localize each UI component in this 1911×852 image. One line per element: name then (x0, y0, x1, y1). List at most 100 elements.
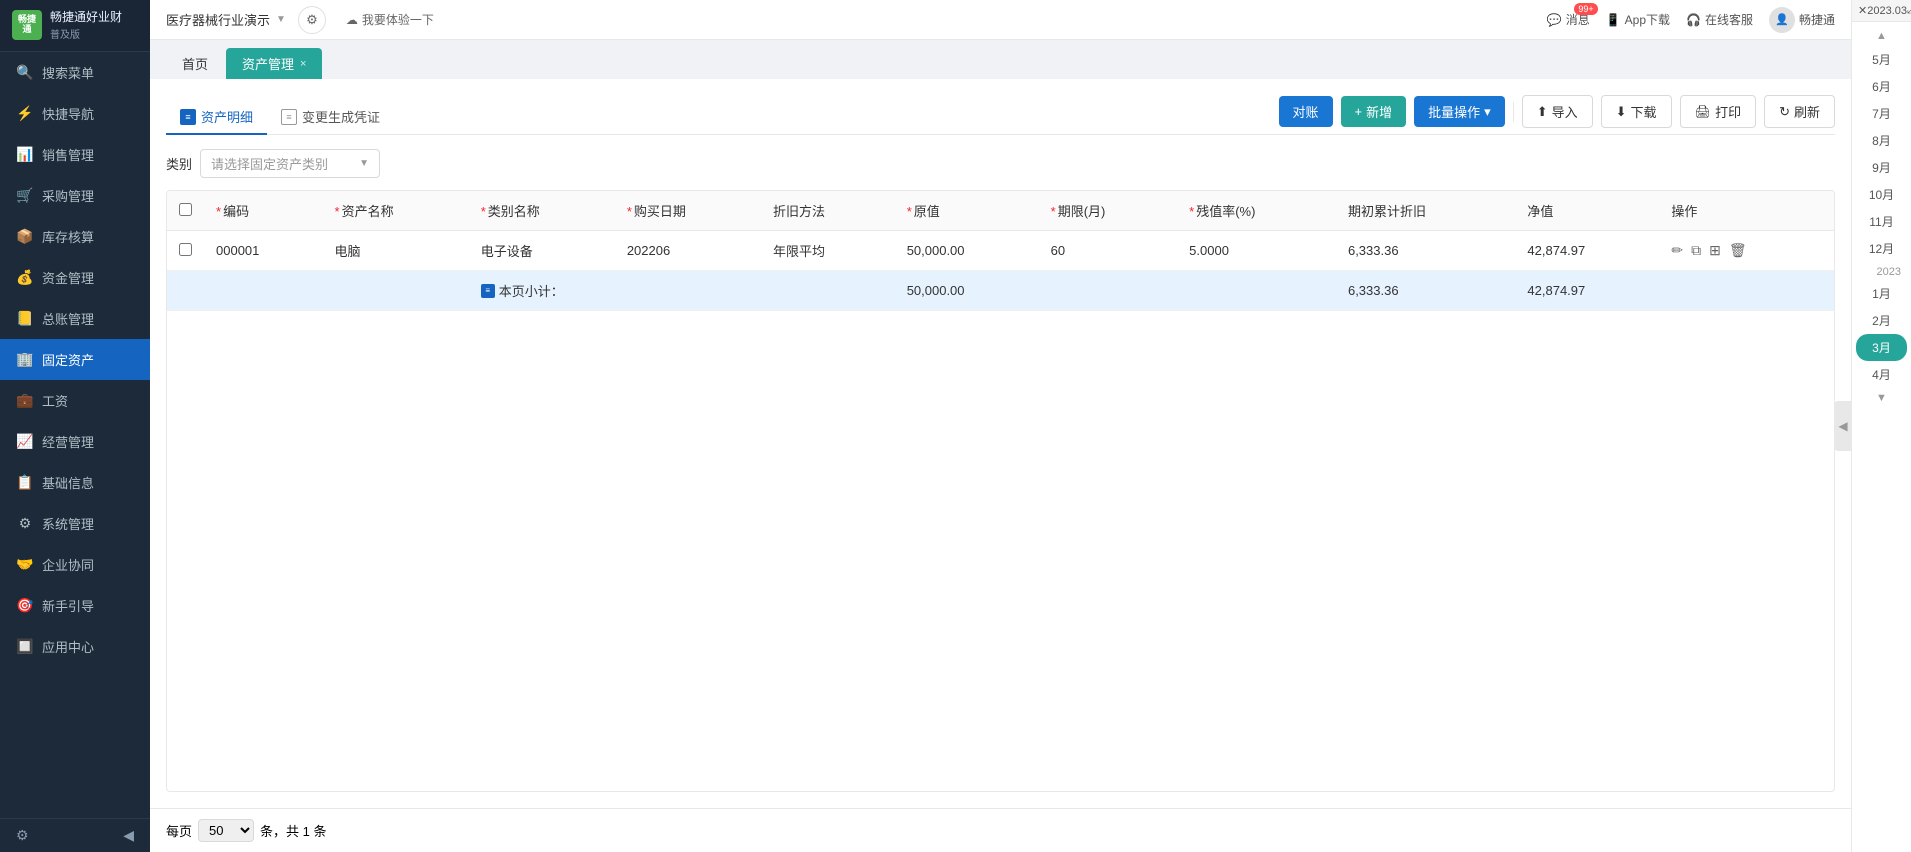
date-item-4[interactable]: 4月 (1856, 361, 1907, 388)
sidebar-item-system[interactable]: ⚙ 系统管理 (0, 503, 150, 544)
company-selector[interactable]: 医疗器械行业演示 ▼ (166, 10, 286, 29)
download-btn[interactable]: ⬇ 下载 (1601, 95, 1672, 128)
row-checkbox[interactable] (179, 243, 192, 256)
subtab-asset-detail[interactable]: ≡ 资产明细 (166, 100, 267, 135)
th-depreciation-method: 折旧方法 (761, 191, 895, 231)
purchase-icon: 🛒 (16, 187, 34, 204)
select-all-checkbox[interactable] (179, 203, 192, 216)
date-item-12[interactable]: 12月 (1856, 235, 1907, 262)
feedback-btn[interactable]: ☁ 我要体验一下 (346, 11, 434, 28)
sidebar-item-guide[interactable]: 🎯 新手引导 (0, 585, 150, 626)
date-item-8[interactable]: 8月 (1856, 127, 1907, 154)
collapse-sidebar-btn[interactable]: ◀ (123, 827, 134, 844)
tab-close-icon[interactable]: × (300, 58, 306, 70)
date-item-5[interactable]: 5月 (1856, 46, 1907, 73)
sidebar-header: 畅捷通 畅捷通好业财 普及版 (0, 0, 150, 52)
subtab-change-voucher[interactable]: ≡ 变更生成凭证 (267, 100, 394, 135)
row-accumulated-depreciation: 6,333.36 (1336, 231, 1515, 271)
refresh-btn[interactable]: ↻ 刷新 (1764, 95, 1835, 128)
filter-placeholder: 请选择固定资产类别 (211, 154, 328, 173)
sidebar-item-enterprise[interactable]: 🤝 企业协同 (0, 544, 150, 585)
sales-icon: 📊 (16, 146, 34, 163)
settings-bottom-icon[interactable]: ⚙ (16, 827, 29, 844)
edit-btn[interactable]: ✏ (1671, 242, 1683, 259)
date-item-9[interactable]: 9月 (1856, 154, 1907, 181)
app-logo: 畅捷通 (12, 10, 42, 40)
date-item-6[interactable]: 6月 (1856, 73, 1907, 100)
date-item-3-active[interactable]: 3月 (1856, 334, 1907, 361)
sidebar-item-ledger[interactable]: 📒 总账管理 (0, 298, 150, 339)
subtab-change-voucher-label: 变更生成凭证 (302, 107, 380, 126)
add-label: 新增 (1366, 102, 1392, 121)
right-panel-expand-icon[interactable]: ⤢ (1907, 4, 1911, 17)
app-download-btn[interactable]: 📱 App下载 (1606, 11, 1670, 28)
date-item-10[interactable]: 10月 (1856, 181, 1907, 208)
sidebar-item-basic-info[interactable]: 📋 基础信息 (0, 462, 150, 503)
sidebar-item-search[interactable]: 🔍 搜索菜单 (0, 52, 150, 93)
delete-btn[interactable]: 🗑 (1729, 242, 1747, 259)
right-panel-collapse-btn[interactable]: ◀ (1834, 401, 1852, 451)
enterprise-icon: 🤝 (16, 556, 34, 573)
subtotal-icon: ≡ (481, 284, 495, 298)
sidebar-item-management[interactable]: 📈 经营管理 (0, 421, 150, 462)
date-item-2[interactable]: 2月 (1856, 307, 1907, 334)
sidebar-item-app-center-label: 应用中心 (42, 637, 94, 656)
filter-category-select[interactable]: 请选择固定资产类别 ▼ (200, 149, 380, 178)
date-item-7[interactable]: 7月 (1856, 100, 1907, 127)
sidebar-item-purchase[interactable]: 🛒 采购管理 (0, 175, 150, 216)
message-btn[interactable]: 💬 消息 99+ (1547, 11, 1590, 28)
search-nav-icon: 🔍 (16, 64, 34, 81)
subtotal-original-value: 50,000.00 (895, 271, 1039, 311)
sidebar-item-inventory[interactable]: 📦 库存核算 (0, 216, 150, 257)
asset-detail-tab-icon: ≡ (180, 109, 196, 125)
sidebar-item-fixed-assets[interactable]: 🏢 固定资产 (0, 339, 150, 380)
sidebar-item-app-center[interactable]: 🔲 应用中心 (0, 626, 150, 667)
sidebar-item-finance[interactable]: 💰 资金管理 (0, 257, 150, 298)
company-dropdown-icon: ▼ (276, 14, 286, 25)
import-btn[interactable]: ⬆ 导入 (1522, 95, 1593, 128)
reconcile-btn[interactable]: 对账 (1279, 96, 1333, 127)
subtotal-text: 本页小计： (499, 281, 564, 300)
total-label: 条，共 1 条 (260, 821, 326, 840)
date-scroll-down-btn[interactable]: ▼ (1856, 388, 1907, 408)
right-date-panel: ◀ ✕ 2023.03 ⤢ ▲ 5月 6月 7月 8月 9月 10月 11月 1… (1851, 0, 1911, 852)
filter-category-label: 类别 (166, 154, 192, 173)
per-page-label: 每页 (166, 821, 192, 840)
right-panel-header: ✕ 2023.03 ⤢ (1852, 0, 1911, 22)
batch-btn[interactable]: 批量操作 ▾ (1414, 96, 1505, 127)
content-inner: ≡ 资产明细 ≡ 变更生成凭证 对账 + 新增 批量操作 ▾ (150, 79, 1851, 808)
sidebar-item-quick-nav[interactable]: ⚡ 快捷导航 (0, 93, 150, 134)
date-item-11[interactable]: 11月 (1856, 208, 1907, 235)
sidebar-item-payroll[interactable]: 💼 工资 (0, 380, 150, 421)
more-btn[interactable]: ⊞ (1709, 242, 1721, 259)
subtotal-residual-rate (1177, 271, 1336, 311)
tab-home-label: 首页 (182, 54, 208, 73)
print-icon: 🖨 (1695, 104, 1712, 120)
payroll-icon: 💼 (16, 392, 34, 409)
th-actions: 操作 (1659, 191, 1834, 231)
settings-btn[interactable]: ⚙ (298, 6, 326, 34)
tab-asset-management[interactable]: 资产管理 × (226, 48, 322, 79)
date-scroll-up-btn[interactable]: ▲ (1856, 26, 1907, 46)
management-icon: 📈 (16, 433, 34, 450)
customer-service-btn[interactable]: 🎧 在线客服 (1686, 11, 1753, 28)
subtotal-empty-2 (204, 271, 323, 311)
date-nav: ▲ 5月 6月 7月 8月 9月 10月 11月 12月 2023 1月 2月 … (1852, 22, 1911, 412)
add-btn[interactable]: + 新增 (1341, 96, 1407, 127)
th-original-value: *原值 (895, 191, 1039, 231)
user-menu-btn[interactable]: 👤 畅捷通 (1769, 7, 1835, 33)
add-icon: + (1355, 104, 1363, 119)
sidebar-item-ledger-label: 总账管理 (42, 309, 94, 328)
sidebar-item-sales[interactable]: 📊 销售管理 (0, 134, 150, 175)
per-page-select[interactable]: 10 20 50 100 (198, 819, 254, 842)
tab-home[interactable]: 首页 (166, 48, 224, 79)
import-icon: ⬆ (1537, 104, 1548, 120)
date-item-1[interactable]: 1月 (1856, 280, 1907, 307)
print-btn[interactable]: 🖨 打印 (1680, 95, 1757, 128)
subtotal-depreciation-method (761, 271, 895, 311)
print-label: 打印 (1715, 102, 1741, 121)
right-panel-close-icon[interactable]: ✕ (1858, 4, 1867, 17)
th-name: *资产名称 (323, 191, 469, 231)
copy-btn[interactable]: ⧉ (1691, 242, 1701, 259)
download-label: 下载 (1631, 102, 1657, 121)
